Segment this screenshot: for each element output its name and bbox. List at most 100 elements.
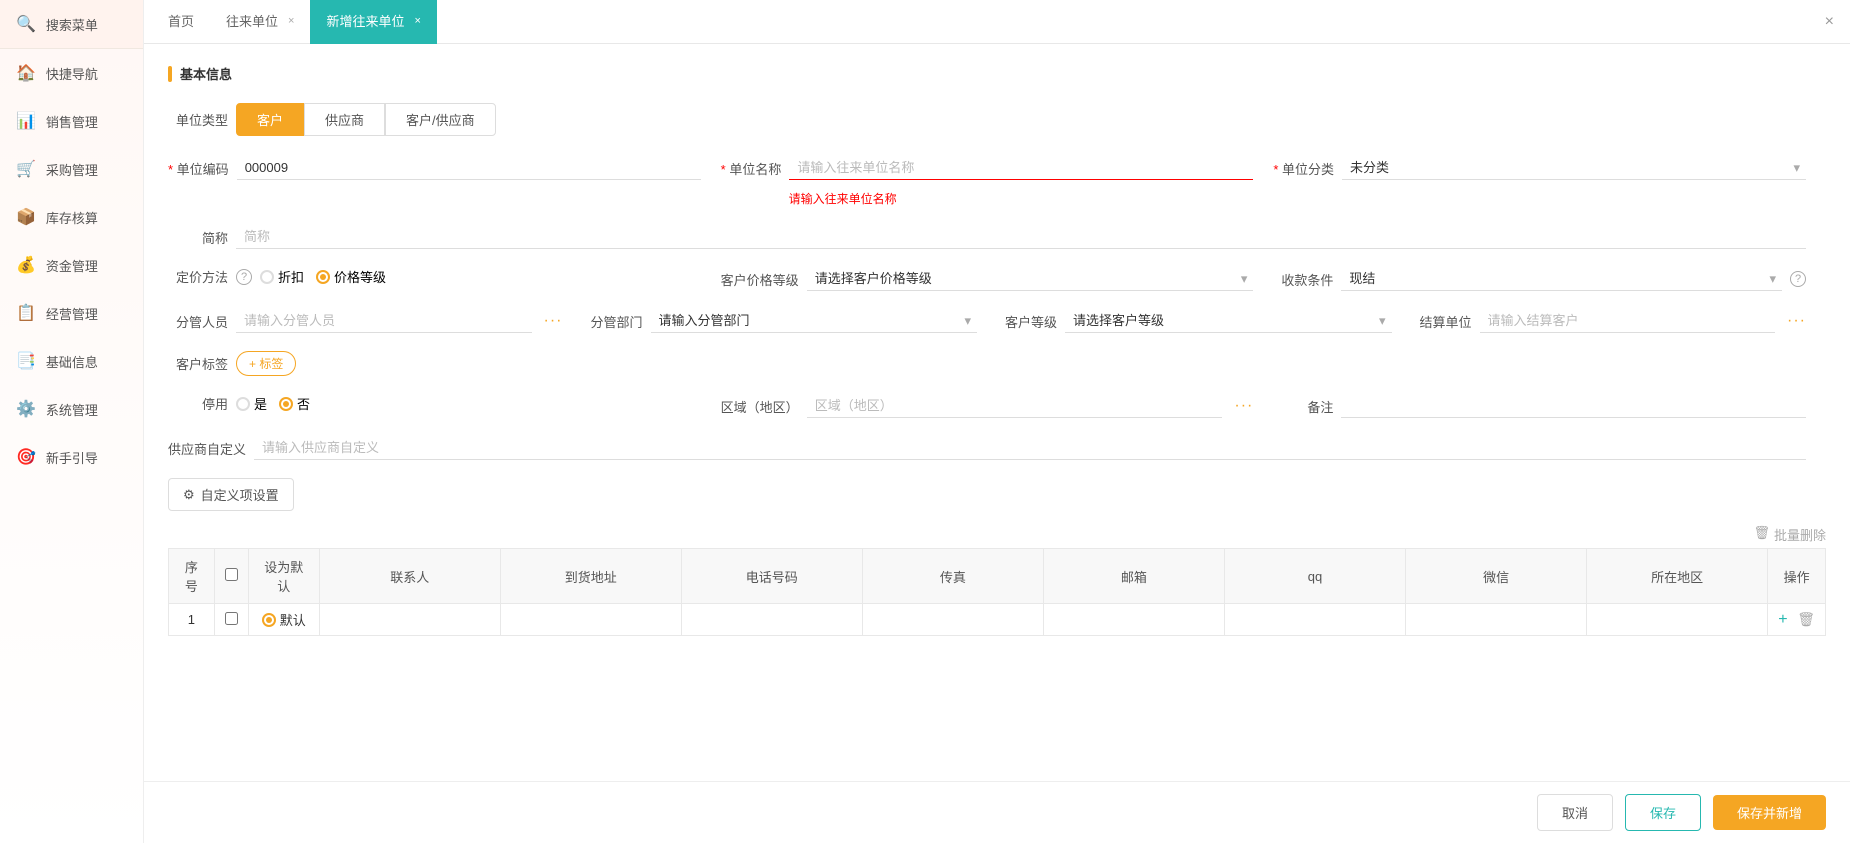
- supplier-custom-input[interactable]: [254, 436, 1806, 460]
- batch-delete-area: 🗑 批量删除: [168, 525, 1826, 544]
- email-input[interactable]: [1054, 612, 1214, 627]
- radio-price-level-circle: [316, 270, 330, 284]
- sidebar-item-system[interactable]: ⚙️ 系统管理: [0, 385, 143, 433]
- unit-type-label: 单位类型: [168, 110, 228, 129]
- address-input[interactable]: [511, 612, 671, 627]
- tab-partners[interactable]: 往来单位 ×: [210, 0, 310, 44]
- disabled-label: 停用: [168, 394, 228, 413]
- manager-label: 分管人员: [168, 312, 228, 331]
- radio-yes[interactable]: 是: [236, 394, 267, 413]
- customer-price-select[interactable]: 请选择客户价格等级: [807, 267, 1254, 291]
- sidebar-item-purchase[interactable]: 🛒 采购管理: [0, 145, 143, 193]
- save-button[interactable]: 保存: [1625, 794, 1701, 831]
- short-name-row: 简称: [168, 225, 1826, 249]
- row-default-circle: [262, 613, 276, 627]
- row-delete-btn[interactable]: 🗑: [1797, 611, 1815, 627]
- manager-row: 分管人员 ··· 分管部门 请输入分管部门 客户等级 请选择客户等级: [168, 309, 1826, 333]
- sidebar-item-finance[interactable]: 💰 资金管理: [0, 241, 143, 289]
- col-wechat: 微信: [1406, 549, 1587, 604]
- unit-category-select-wrapper: 未分类: [1342, 156, 1806, 180]
- fax-input[interactable]: [873, 612, 1033, 627]
- payment-terms-select[interactable]: 现结: [1341, 267, 1782, 291]
- col-region: 所在地区: [1587, 549, 1768, 604]
- region-input[interactable]: [807, 394, 1223, 418]
- sidebar-item-label: 销售管理: [46, 112, 98, 131]
- row-add-btn[interactable]: +: [1778, 611, 1787, 628]
- remark-label: 备注: [1273, 397, 1333, 416]
- row-checkbox[interactable]: [225, 612, 238, 625]
- unit-name-label: 单位名称: [721, 159, 782, 178]
- custom-settings-button[interactable]: ⚙ 自定义项设置: [168, 478, 294, 511]
- unit-type-group: 客户 供应商 客户/供应商: [236, 103, 496, 136]
- sidebar-item-inventory[interactable]: 📦 库存核算: [0, 193, 143, 241]
- manager-input[interactable]: [236, 309, 532, 333]
- radio-discount[interactable]: 折扣: [260, 267, 304, 286]
- unit-type-customer[interactable]: 客户: [236, 103, 304, 136]
- customer-level-select[interactable]: 请选择客户等级: [1065, 309, 1392, 333]
- unit-category-select[interactable]: 未分类: [1342, 156, 1806, 180]
- settlement-more-btn[interactable]: ···: [1787, 312, 1806, 330]
- table-row: 1 默认: [169, 604, 1826, 636]
- row-default-label: 默认: [280, 610, 306, 629]
- tabs-close-all[interactable]: ×: [1817, 9, 1842, 35]
- remark-field: 备注: [1273, 394, 1826, 418]
- tag-add-button[interactable]: + 标签: [236, 351, 296, 376]
- payment-terms-question-icon[interactable]: ?: [1790, 271, 1806, 287]
- col-phone: 电话号码: [681, 549, 862, 604]
- select-all-checkbox[interactable]: [225, 568, 238, 581]
- unit-code-input[interactable]: [237, 156, 701, 180]
- pricing-question-icon[interactable]: ?: [236, 269, 252, 285]
- row-default-radio[interactable]: 默认: [259, 610, 309, 629]
- department-label: 分管部门: [583, 312, 643, 331]
- payment-terms-label: 收款条件: [1273, 270, 1333, 289]
- radio-no[interactable]: 否: [279, 394, 310, 413]
- unit-category-field: 单位分类 未分类: [1273, 156, 1826, 180]
- sidebar-item-basic-info[interactable]: 📑 基础信息: [0, 337, 143, 385]
- unit-name-input[interactable]: [789, 156, 1253, 180]
- save-add-button[interactable]: 保存并新增: [1713, 795, 1826, 830]
- pricing-method-field: 定价方法 ? 折扣 价格等级: [168, 267, 721, 286]
- wechat-input[interactable]: [1416, 612, 1576, 627]
- row-checkbox-cell: [214, 604, 248, 636]
- region-field-input[interactable]: [1597, 612, 1757, 627]
- tab-new-partner-close[interactable]: ×: [414, 15, 420, 27]
- tab-new-partner[interactable]: 新增往来单位 ×: [310, 0, 436, 44]
- payment-terms-field: 收款条件 现结 ?: [1273, 267, 1826, 291]
- sidebar-item-label: 快捷导航: [46, 64, 98, 83]
- sidebar-item-sales[interactable]: 📊 销售管理: [0, 97, 143, 145]
- unit-type-row: 单位类型 客户 供应商 客户/供应商: [168, 103, 1826, 136]
- customer-price-field: 客户价格等级 请选择客户价格等级: [721, 267, 1274, 291]
- radio-price-level[interactable]: 价格等级: [316, 267, 386, 286]
- region-more-btn[interactable]: ···: [1234, 397, 1253, 415]
- cancel-button[interactable]: 取消: [1537, 794, 1613, 831]
- qq-input[interactable]: [1235, 612, 1395, 627]
- unit-type-both[interactable]: 客户/供应商: [385, 103, 496, 136]
- tags-row: 客户标签 + 标签: [168, 351, 1826, 376]
- tab-home[interactable]: 首页: [152, 0, 210, 44]
- row-default-cell: 默认: [248, 604, 319, 636]
- radio-yes-circle: [236, 397, 250, 411]
- sidebar-item-guide[interactable]: 🎯 新手引导: [0, 433, 143, 481]
- customer-price-select-wrapper: 请选择客户价格等级: [807, 267, 1254, 291]
- sidebar-search[interactable]: 🔍 搜索菜单: [0, 0, 143, 49]
- remark-input[interactable]: [1341, 394, 1806, 418]
- short-name-input[interactable]: [236, 225, 1806, 249]
- purchase-icon: 🛒: [16, 159, 36, 179]
- customer-price-label: 客户价格等级: [721, 270, 799, 289]
- phone-input[interactable]: [692, 612, 852, 627]
- sidebar-item-label: 新手引导: [46, 448, 98, 467]
- pricing-method-label: 定价方法: [168, 267, 228, 286]
- region-field: 区域（地区） ···: [721, 394, 1274, 418]
- row-wechat: [1406, 604, 1587, 636]
- batch-delete-label[interactable]: 批量删除: [1774, 525, 1826, 544]
- manager-more-btn[interactable]: ···: [544, 312, 563, 330]
- sidebar-search-label: 搜索菜单: [46, 15, 98, 34]
- tab-partners-close[interactable]: ×: [288, 15, 294, 27]
- col-action: 操作: [1768, 549, 1826, 604]
- sidebar-item-quick-nav[interactable]: 🏠 快捷导航: [0, 49, 143, 97]
- unit-type-supplier[interactable]: 供应商: [304, 103, 385, 136]
- department-select[interactable]: 请输入分管部门: [651, 309, 978, 333]
- contact-input[interactable]: [330, 612, 490, 627]
- sidebar-item-operations[interactable]: 📋 经营管理: [0, 289, 143, 337]
- settlement-input[interactable]: [1480, 309, 1776, 333]
